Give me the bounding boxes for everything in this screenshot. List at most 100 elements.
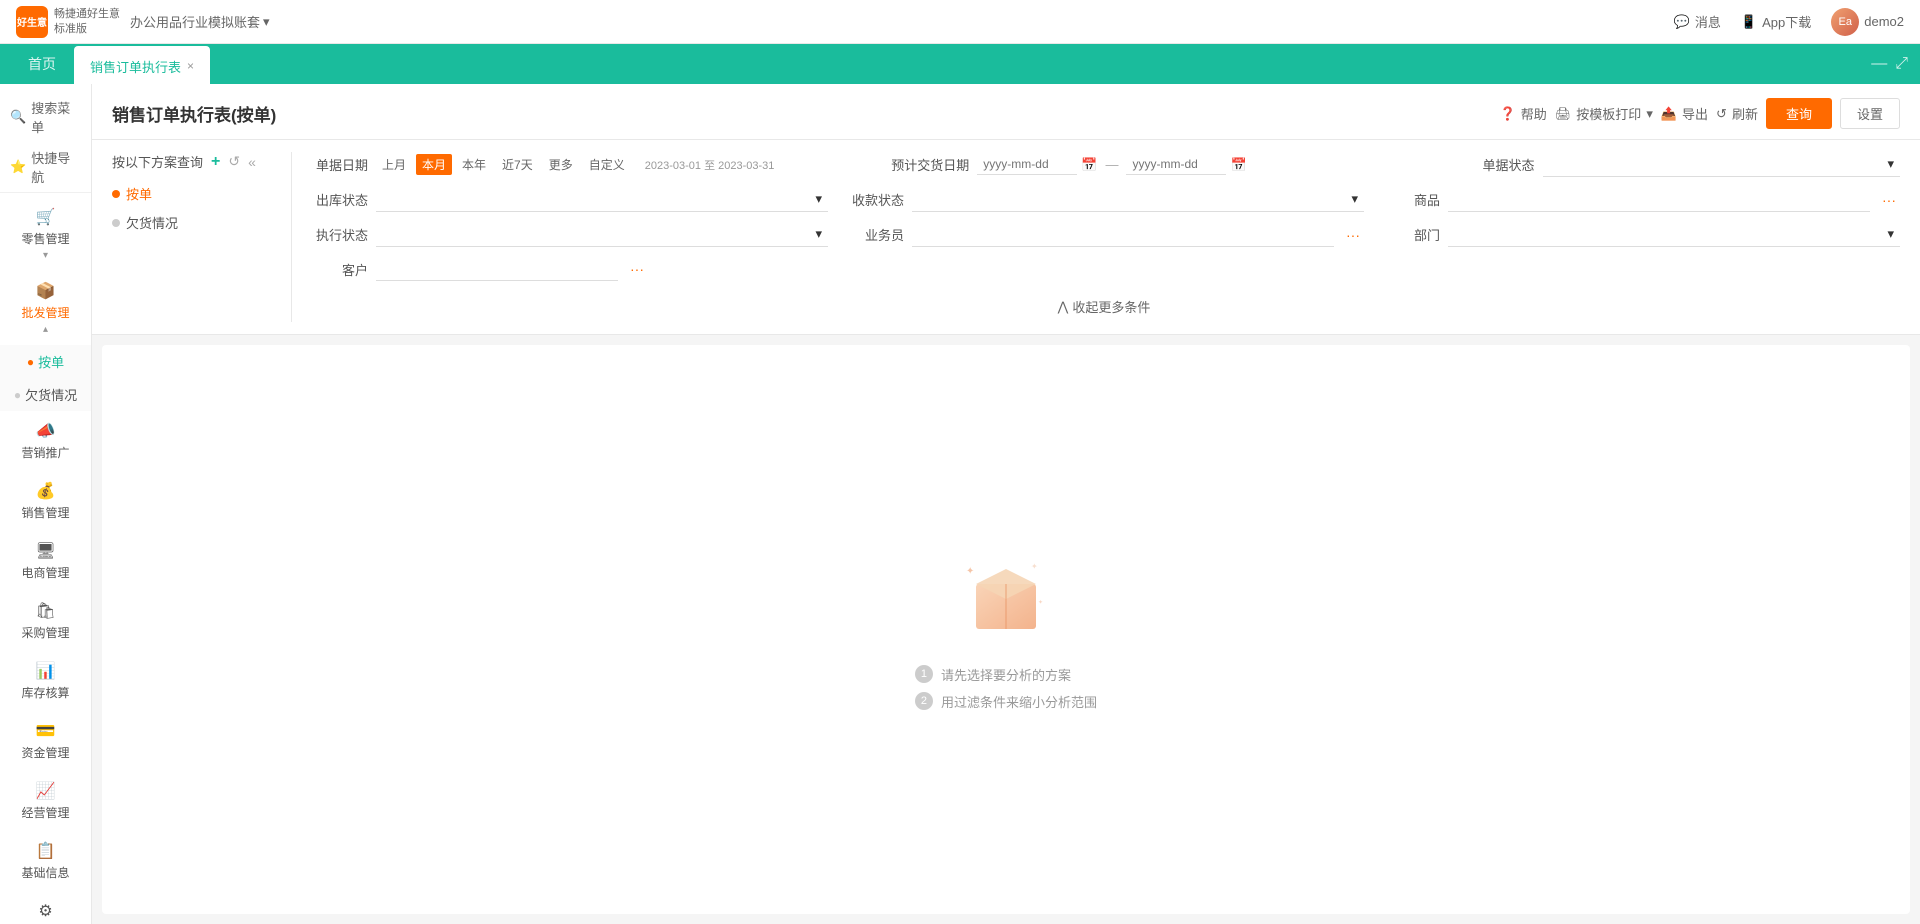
sidebar-item-retail[interactable]: 🛒 零售管理 ▾ — [0, 197, 91, 271]
sidebar-item-finance-label: 资金管理 — [21, 744, 69, 761]
payment-status-label: 收款状态 — [844, 190, 904, 209]
scheme-header-label: 按以下方案查询 — [112, 152, 203, 171]
sidebar-item-finance[interactable]: 💳 资金管理 — [0, 711, 91, 771]
delivery-calendar-to-icon[interactable]: 📅 — [1230, 157, 1246, 173]
purchase-icon: 🛍 — [35, 601, 55, 621]
collapse-btn[interactable]: ⋀ 收起更多条件 — [308, 291, 1900, 322]
tab-minimize-icon[interactable]: — — [1871, 55, 1887, 73]
date-tab-7days[interactable]: 近7天 — [496, 154, 539, 175]
top-bar: 好生意 畅捷通好生意 标准版 办公用品行业模拟账套 ▾ 💬 消息 📱 App下载… — [0, 0, 1920, 44]
date-tab-more[interactable]: 更多 — [543, 154, 579, 175]
system-icon: ⚙ — [38, 901, 52, 921]
query-button[interactable]: 查询 — [1766, 98, 1832, 129]
status-dropdown-icon: ▾ — [1887, 156, 1894, 172]
exec-status-label: 执行状态 — [308, 225, 368, 244]
scheme-item-debt[interactable]: 欠货情况 — [112, 208, 275, 237]
delivery-status-select[interactable]: ▾ — [376, 187, 828, 212]
scheme-add-button[interactable]: + — [211, 153, 220, 171]
tab-close-icon[interactable]: × — [187, 59, 194, 73]
export-icon: 📤 — [1661, 106, 1677, 122]
sidebar-item-system[interactable]: ⚙ 系统管理 — [0, 891, 91, 924]
sidebar-item-operation[interactable]: 📈 经营管理 — [0, 771, 91, 831]
delivery-date-to[interactable] — [1126, 154, 1226, 175]
filter-row-3: 执行状态 ▾ 业务员 ··· 部门 — [308, 222, 1900, 247]
page-header: 销售订单执行表(按单) ❓ 帮助 🖨 按模板打印 ▾ 📤 导出 ↺ 刷新 — [92, 84, 1920, 140]
sidebar-item-wholesale-label: 批发管理 — [21, 304, 69, 321]
sidebar-search[interactable]: 🔍 搜索菜单 — [0, 92, 91, 142]
base-icon: 📋 — [36, 841, 56, 861]
sidebar-item-marketing[interactable]: 📣 营销推广 — [0, 411, 91, 471]
scheme-panel: 按以下方案查询 + ↺ « 按单 欠货情况 — [112, 152, 292, 322]
inventory-icon: 📊 — [36, 661, 56, 681]
customer-more-icon[interactable]: ··· — [626, 261, 648, 277]
app-download-button[interactable]: 📱 App下载 — [1741, 12, 1811, 31]
empty-tip-2-text: 用过滤条件来缩小分析范围 — [941, 692, 1097, 711]
collapse-label: 收起更多条件 — [1072, 297, 1150, 316]
delivery-date-from[interactable] — [977, 154, 1077, 175]
collapse-icon: ⋀ — [1058, 299, 1069, 315]
date-tab-prev-month[interactable]: 上月 — [376, 154, 412, 175]
content-area: 销售订单执行表(按单) ❓ 帮助 🖨 按模板打印 ▾ 📤 导出 ↺ 刷新 — [92, 84, 1920, 924]
nav-path-text: 办公用品行业模拟账套 — [130, 12, 260, 31]
sidebar-item-purchase[interactable]: 🛍 采购管理 — [0, 591, 91, 651]
search-icon: 🔍 — [10, 109, 26, 125]
svg-text:✦: ✦ — [966, 566, 974, 577]
main-layout: 🔍 搜索菜单 ⭐ 快捷导航 🛒 零售管理 ▾ 📦 批发管理 ▴ ● 按单 ● 欠… — [0, 84, 1920, 924]
status-select[interactable]: ▾ — [1543, 152, 1900, 177]
sidebar-sub-debt[interactable]: ● 欠货情况 — [0, 378, 91, 411]
print-button[interactable]: 🖨 按模板打印 ▾ — [1555, 104, 1653, 123]
message-icon: 💬 — [1674, 14, 1690, 30]
tab-active[interactable]: 销售订单执行表 × — [74, 46, 210, 86]
sidebar-item-purchase-label: 采购管理 — [21, 624, 69, 641]
product-input[interactable] — [1448, 188, 1870, 212]
sidebar-wholesale-sub: ● 按单 ● 欠货情况 — [0, 345, 91, 411]
sidebar-item-inventory[interactable]: 📊 库存核算 — [0, 651, 91, 711]
logo-text: 畅捷通好生意 标准版 — [54, 7, 120, 36]
delivery-calendar-from-icon[interactable]: 📅 — [1081, 157, 1097, 173]
wholesale-expand-icon: ▴ — [43, 324, 48, 335]
date-tab-custom[interactable]: 自定义 — [583, 154, 631, 175]
scheme-refresh-button[interactable]: ↺ — [228, 153, 240, 170]
scheme-collapse-button[interactable]: « — [248, 154, 256, 170]
scheme-dot-gray — [112, 219, 120, 227]
help-button[interactable]: ❓ 帮助 — [1500, 104, 1547, 123]
date-label: 单据日期 — [308, 155, 368, 174]
date-tab-current-month[interactable]: 本月 — [416, 154, 452, 175]
product-label: 商品 — [1380, 190, 1440, 209]
scheme-dot-active — [112, 190, 120, 198]
dept-label: 部门 — [1380, 225, 1440, 244]
tab-home[interactable]: 首页 — [10, 44, 74, 84]
sidebar-sub-order[interactable]: ● 按单 — [0, 345, 91, 378]
tab-bar: 首页 销售订单执行表 × — ⤢ — [0, 44, 1920, 84]
nav-dropdown[interactable]: 办公用品行业模拟账套 ▾ — [130, 12, 270, 31]
sidebar-item-ecom[interactable]: 🖥 电商管理 — [0, 531, 91, 591]
payment-status-select[interactable]: ▾ — [912, 187, 1364, 212]
filter-customer-field: 客户 ··· — [308, 257, 648, 281]
tab-maximize-icon[interactable]: ⤢ — [1895, 55, 1908, 73]
settings-button[interactable]: 设置 — [1840, 98, 1900, 129]
nav-dropdown-icon: ▾ — [263, 14, 270, 30]
date-tab-current-year[interactable]: 本年 — [456, 154, 492, 175]
product-more-icon[interactable]: ··· — [1878, 192, 1900, 208]
export-button[interactable]: 📤 导出 — [1661, 104, 1708, 123]
sidebar-quick-nav[interactable]: ⭐ 快捷导航 — [0, 142, 91, 193]
scheme-item-ands[interactable]: 按单 — [112, 179, 275, 208]
user-profile[interactable]: Ea demo2 — [1831, 8, 1904, 36]
filter-row-4: 客户 ··· — [308, 257, 1900, 281]
salesman-more-icon[interactable]: ··· — [1342, 227, 1364, 243]
retail-expand-icon: ▾ — [43, 250, 48, 261]
sidebar-item-base[interactable]: 📋 基础信息 — [0, 831, 91, 891]
sidebar-item-sales[interactable]: 💰 销售管理 — [0, 471, 91, 531]
refresh-button[interactable]: ↺ 刷新 — [1716, 104, 1758, 123]
top-bar-right: 💬 消息 📱 App下载 Ea demo2 — [1674, 8, 1904, 36]
logo-icon: 好生意 — [16, 6, 48, 38]
sidebar-item-wholesale[interactable]: 📦 批发管理 ▴ — [0, 271, 91, 345]
exec-status-select[interactable]: ▾ — [376, 222, 828, 247]
page-title: 销售订单执行表(按单) — [112, 101, 276, 126]
filter-delivery-status-field: 出库状态 ▾ — [308, 187, 828, 212]
message-button[interactable]: 💬 消息 — [1674, 12, 1721, 31]
sidebar-item-retail-label: 零售管理 — [21, 230, 69, 247]
dept-select[interactable]: ▾ — [1448, 222, 1900, 247]
salesman-input[interactable] — [912, 223, 1334, 247]
customer-input[interactable] — [376, 257, 618, 281]
